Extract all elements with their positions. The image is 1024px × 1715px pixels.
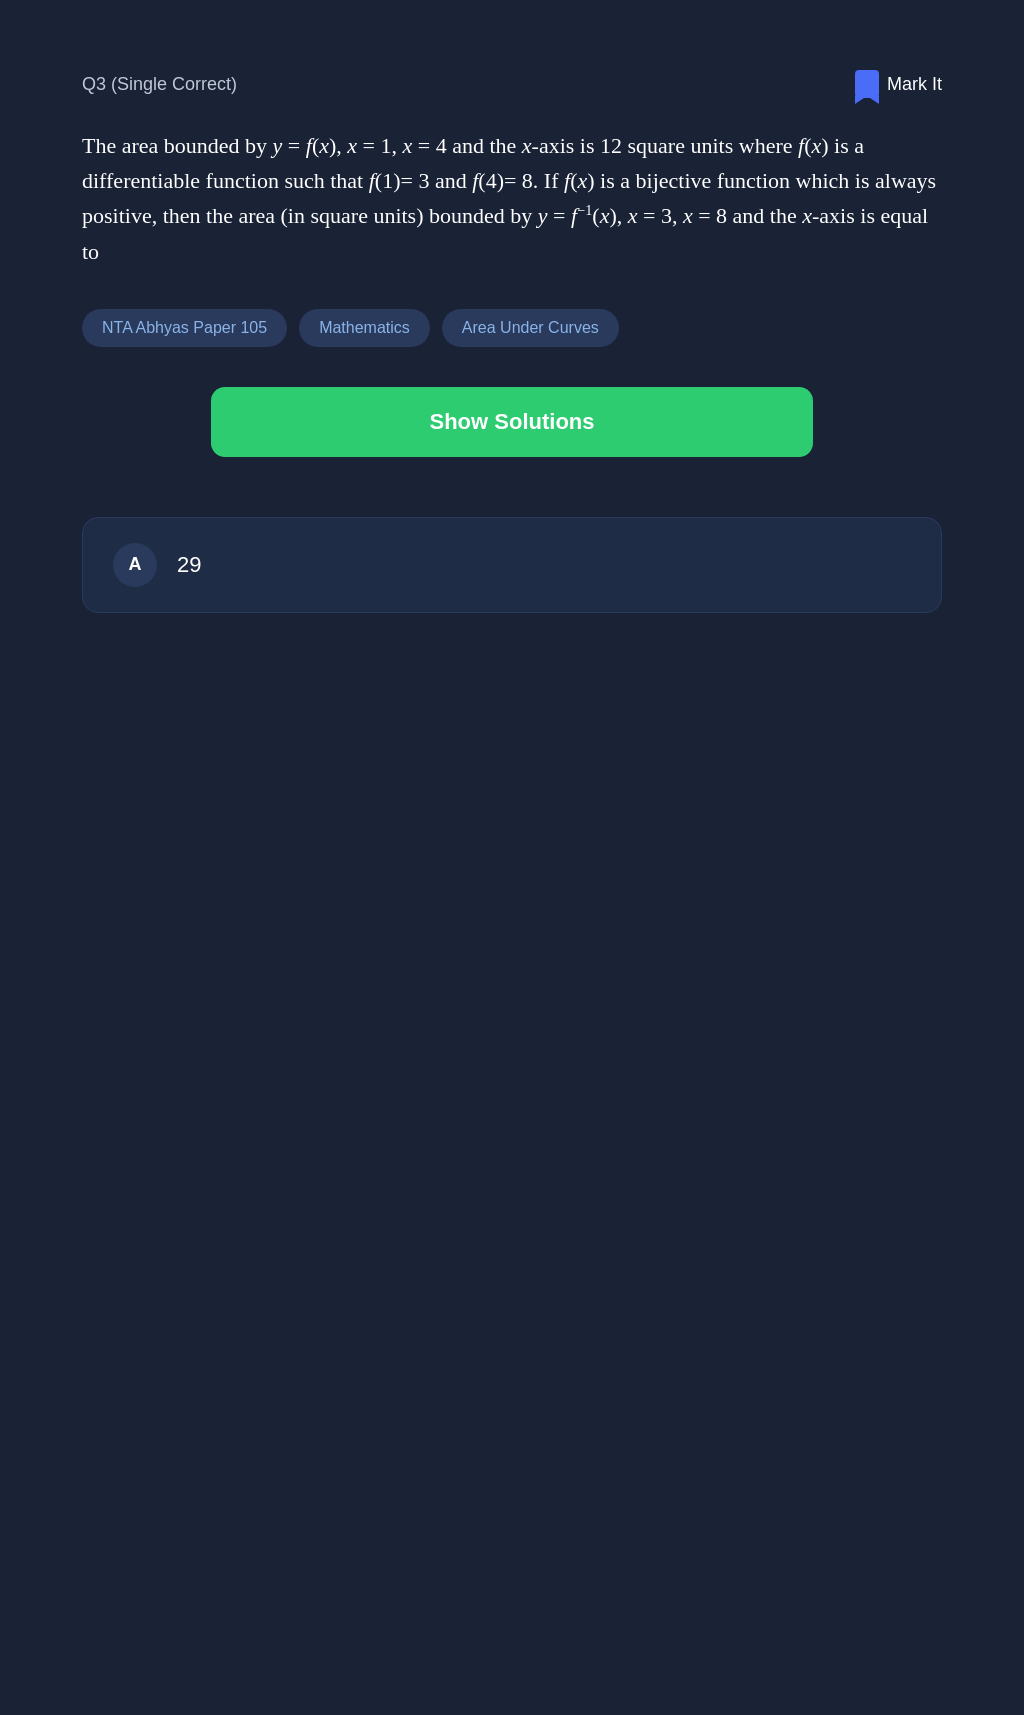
- answer-options: A 29: [82, 517, 942, 613]
- page-container: Q3 (Single Correct) Mark It The area bou…: [62, 40, 962, 659]
- tag-mathematics[interactable]: Mathematics: [299, 309, 430, 347]
- tag-area-label: Area Under Curves: [462, 319, 599, 336]
- option-a-letter: A: [113, 543, 157, 587]
- tags-container: NTA Abhyas Paper 105 Mathematics Area Un…: [82, 309, 942, 347]
- tag-nta-label: NTA Abhyas Paper 105: [102, 319, 267, 336]
- tag-area-under-curves[interactable]: Area Under Curves: [442, 309, 619, 347]
- question-label: Q3 (Single Correct): [82, 74, 237, 95]
- question-body: The area bounded by y = f(x), x = 1, x =…: [82, 128, 942, 269]
- option-a[interactable]: A 29: [82, 517, 942, 613]
- question-header: Q3 (Single Correct) Mark It: [82, 70, 942, 98]
- show-solutions-button[interactable]: Show Solutions: [211, 387, 813, 457]
- tag-nta-abhyas[interactable]: NTA Abhyas Paper 105: [82, 309, 287, 347]
- mark-it-button[interactable]: Mark It: [855, 70, 942, 98]
- bookmark-icon: [855, 70, 879, 98]
- option-a-value: 29: [177, 552, 201, 578]
- mark-it-label: Mark It: [887, 74, 942, 95]
- tag-mathematics-label: Mathematics: [319, 319, 410, 336]
